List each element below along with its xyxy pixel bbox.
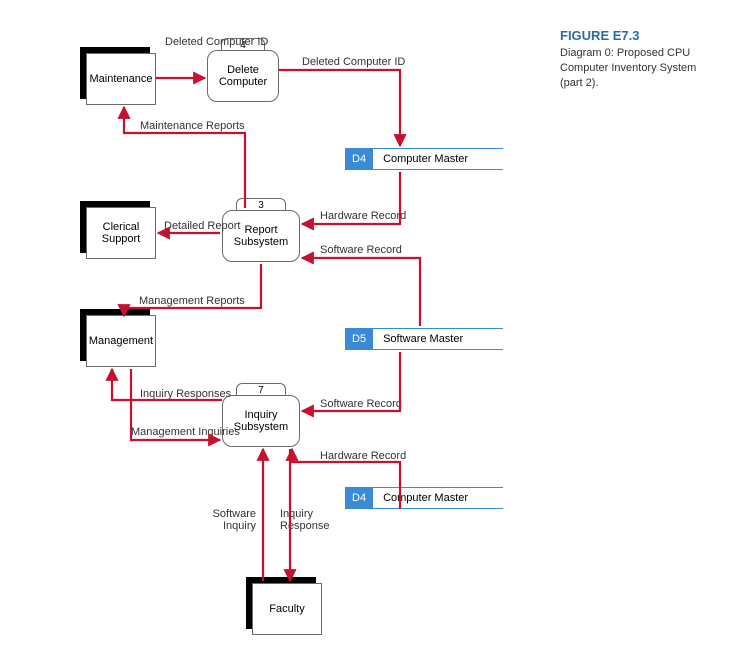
flow-detailed-report: Detailed Report: [164, 220, 240, 232]
flow-hw-record-a: Hardware Record: [320, 210, 406, 222]
datastore-d4b-label: Computer Master: [373, 487, 503, 509]
flow-deleted-id-in: Deleted Computer ID: [165, 36, 268, 48]
entity-faculty: Faculty: [252, 583, 322, 635]
diagram-canvas: FIGURE E7.3 Diagram 0: Proposed CPU Comp…: [0, 0, 752, 663]
process-7-label: Inquiry Subsystem: [222, 395, 300, 447]
figure-desc-line2: Computer Inventory System: [560, 62, 696, 74]
flow-sw-record-b: Software Record: [320, 398, 402, 410]
entity-faculty-label: Faculty: [252, 583, 322, 635]
figure-desc-line3: (part 2).: [560, 77, 599, 89]
entity-clerical-support: Clerical Support: [86, 207, 156, 259]
flow-deleted-id-out: Deleted Computer ID: [302, 56, 405, 68]
entity-maintenance-label: Maintenance: [86, 53, 156, 105]
figure-desc-line1: Diagram 0: Proposed CPU: [560, 47, 690, 59]
flow-sw-record-a: Software Record: [320, 244, 402, 256]
datastore-d5-id: D5: [345, 328, 373, 350]
process-report-subsystem: 3 Report Subsystem: [222, 210, 300, 262]
entity-maintenance: Maintenance: [86, 53, 156, 105]
flow-mgmt-reports: Management Reports: [139, 295, 245, 307]
datastore-d4b-id: D4: [345, 487, 373, 509]
flow-hw-record-b: Hardware Record: [320, 450, 406, 462]
figure-code: FIGURE E7.3: [560, 28, 639, 43]
figure-description: Diagram 0: Proposed CPU Computer Invento…: [560, 46, 696, 91]
flow-mgmt-inquiries: Management Inquiries: [131, 426, 240, 438]
flow-sw-inquiry: Software Inquiry: [212, 508, 256, 532]
flow-maint-reports: Maintenance Reports: [140, 120, 245, 132]
flow-inq-response: Inquiry Response: [280, 508, 336, 532]
process-inquiry-subsystem: 7 Inquiry Subsystem: [222, 395, 300, 447]
process-delete-computer: 4 Delete Computer: [207, 50, 279, 102]
datastore-software-master: D5 Software Master: [345, 328, 503, 350]
datastore-d4a-label: Computer Master: [373, 148, 503, 170]
flow-inq-responses: Inquiry Responses: [140, 388, 231, 400]
datastore-d5-label: Software Master: [373, 328, 503, 350]
entity-management-label: Management: [86, 315, 156, 367]
datastore-d4a-id: D4: [345, 148, 373, 170]
datastore-computer-master-top: D4 Computer Master: [345, 148, 503, 170]
process-3-label: Report Subsystem: [222, 210, 300, 262]
datastore-computer-master-bottom: D4 Computer Master: [345, 487, 503, 509]
entity-management: Management: [86, 315, 156, 367]
process-4-label: Delete Computer: [207, 50, 279, 102]
entity-clerical-label: Clerical Support: [86, 207, 156, 259]
